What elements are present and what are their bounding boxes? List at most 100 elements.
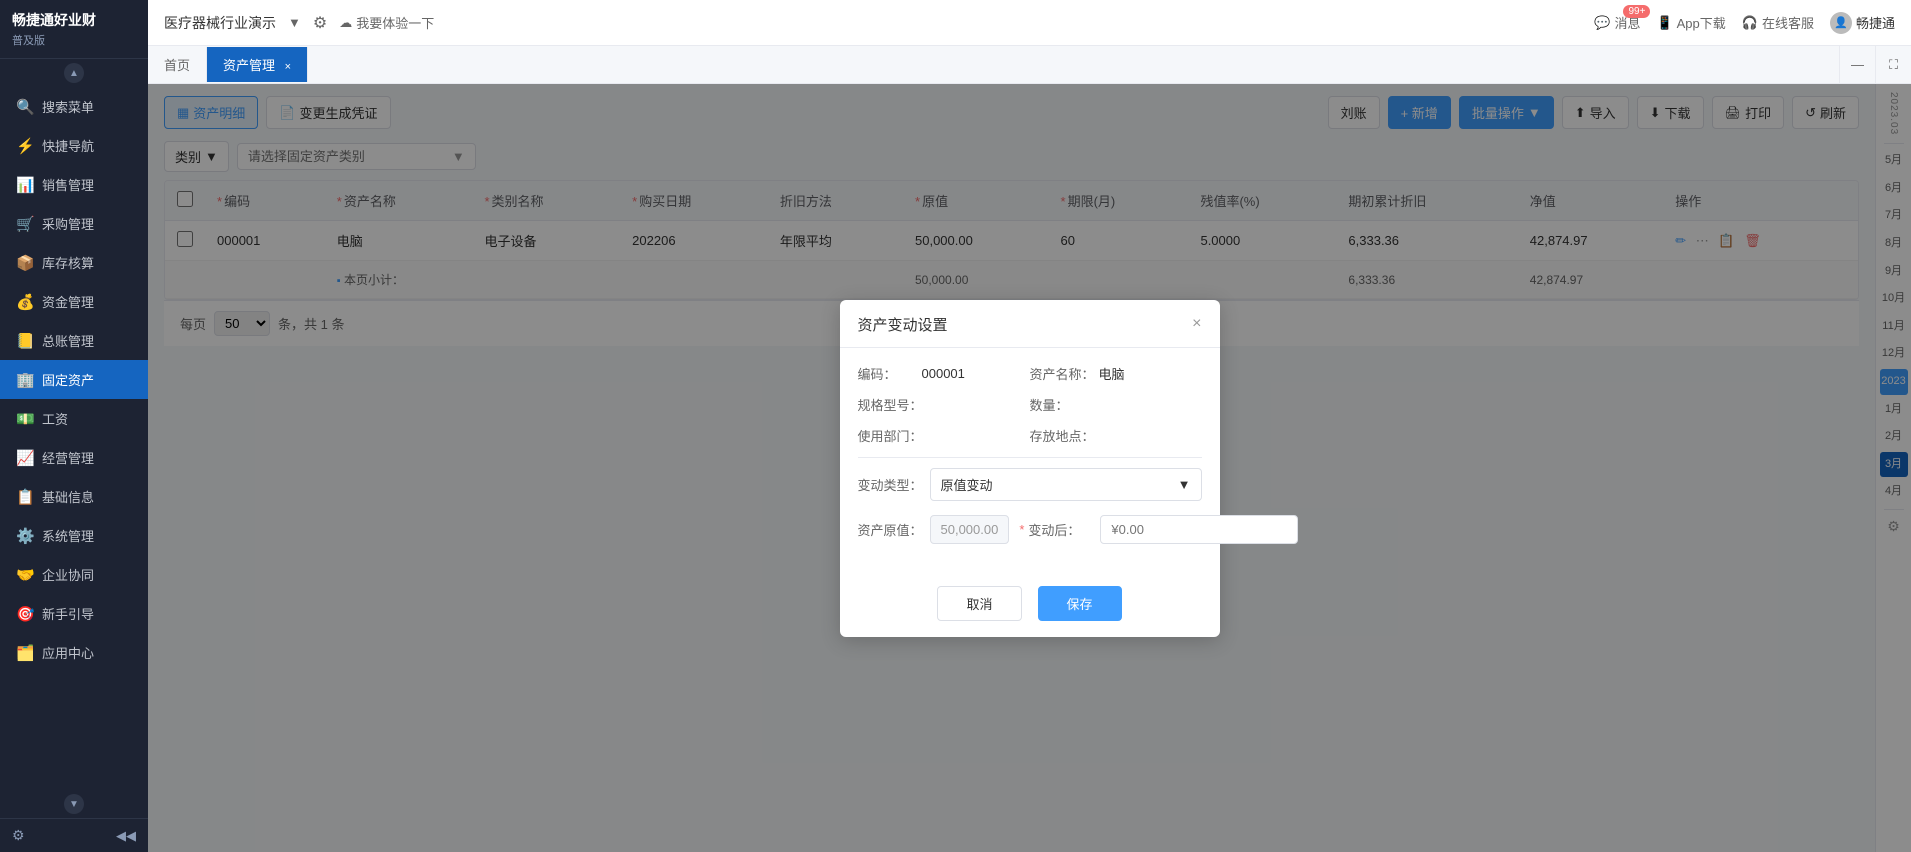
system-icon: ⚙️ [16, 527, 34, 545]
sidebar-item-label: 应用中心 [42, 643, 94, 662]
topbar-gear-icon[interactable]: ⚙ [313, 13, 327, 33]
sidebar-scroll-up[interactable]: ▲ [64, 63, 84, 83]
sidebar-item-payroll[interactable]: 💵 工资 [0, 399, 148, 438]
modal-storage-label: 存放地点： [1030, 426, 1095, 445]
sidebar-item-system[interactable]: ⚙️系统管理 [0, 516, 148, 555]
purchase-icon: 🛒 [16, 215, 34, 233]
modal-name-value: 电脑 [1099, 364, 1125, 383]
sales-icon: 📊 [16, 176, 34, 194]
sidebar-nav: 🔍 搜索菜单 ⚡快捷导航 📊 销售管理 🛒 采购管理 📦 库存核算 💰 资金管理 📒总账管理🏢固定资产… [0, 87, 148, 790]
modal-name-group: 资产名称： 电脑 [1030, 364, 1202, 383]
sidebar: 畅捷通好业财 普及版 ▲ 🔍 搜索菜单 ⚡快捷导航 📊 销售管理 🛒 采购管理 📦 库存核算 💰 资… [0, 0, 148, 852]
modal-code-group: 编码： 000001 [858, 364, 1030, 383]
sidebar-collapse-btn[interactable]: ◀◀ [116, 828, 136, 844]
tab-assets[interactable]: 资产管理 × [207, 47, 308, 82]
operations-icon: 📈 [16, 449, 34, 467]
phone-icon: 📱 [1656, 15, 1672, 31]
modal-dept-group: 使用部门： [858, 426, 1030, 445]
cooperation-icon: 🤝 [16, 566, 34, 584]
modal-body: 编码： 000001 资产名称： 电脑 规格型号： [840, 348, 1220, 574]
modal-model-group: 规格型号： [858, 395, 1030, 414]
sidebar-item-label: 新手引导 [42, 604, 94, 623]
tabbar: 首页 资产管理 × — ⛶ [148, 46, 1911, 84]
sidebar-item-label: 快捷导航 [42, 136, 94, 155]
customer-service-btn[interactable]: 🎧 在线客服 [1742, 13, 1814, 32]
modal-model-label: 规格型号： [858, 395, 923, 414]
sidebar-item-appstore[interactable]: 🗂️ 应用中心 [0, 633, 148, 672]
headset-icon: 🎧 [1742, 15, 1758, 31]
sidebar-item-label: 销售管理 [42, 175, 94, 194]
sidebar-item-label: 搜索菜单 [42, 97, 94, 116]
sidebar-item-label: 基础信息 [42, 487, 94, 506]
sidebar-item-sales[interactable]: 📊 销售管理 [0, 165, 148, 204]
modal-values-row: 资产原值： 50,000.00 * 变动后： [858, 515, 1202, 544]
cloud-icon: ☁ [339, 15, 352, 31]
modal-storage-group: 存放地点： [1030, 426, 1202, 445]
payroll-icon: 💵 [16, 410, 34, 428]
modal-title: 资产变动设置 [858, 314, 948, 335]
sidebar-item-purchase[interactable]: 🛒 采购管理 [0, 204, 148, 243]
sidebar-item-assets[interactable]: 🏢固定资产 [0, 360, 148, 399]
sidebar-bottom: ⚙ ◀◀ [0, 818, 148, 852]
change-type-dropdown-icon: ▼ [1178, 477, 1191, 492]
sidebar-item-label: 资金管理 [42, 292, 94, 311]
user-btn[interactable]: 👤 畅捷通 [1830, 12, 1895, 34]
sidebar-item-ledger[interactable]: 📒总账管理 [0, 321, 148, 360]
company-dropdown-icon[interactable]: ▼ [288, 15, 301, 30]
save-button[interactable]: 保存 [1038, 586, 1122, 621]
cancel-button[interactable]: 取消 [937, 586, 1021, 621]
customer-service-label: 在线客服 [1762, 13, 1814, 32]
inventory-icon: 📦 [16, 254, 34, 272]
finance-icon: 💰 [16, 293, 34, 311]
sidebar-item-operations[interactable]: 📈经营管理 [0, 438, 148, 477]
modal-info-row1: 编码： 000001 资产名称： 电脑 [858, 364, 1202, 383]
guide-icon: 🎯 [16, 605, 34, 623]
sidebar-item-finance[interactable]: 💰 资金管理 [0, 282, 148, 321]
sidebar-item-label: 库存核算 [42, 253, 94, 272]
modal-info-row2: 规格型号： 数量： [858, 395, 1202, 414]
topbar-right: 💬 消息 99+ 📱 App下载 🎧 在线客服 👤 畅捷通 [1594, 12, 1895, 34]
sidebar-item-label: 工资 [42, 409, 68, 428]
tab-close-icon[interactable]: × [285, 61, 291, 73]
tab-maximize-btn[interactable]: ⛶ [1875, 46, 1911, 84]
modal-qty-label: 数量： [1030, 395, 1090, 414]
user-label: 畅捷通 [1856, 13, 1895, 32]
modal-original-label: 资产原值： [858, 520, 930, 539]
tab-controls: — ⛶ [1839, 46, 1911, 84]
experience-btn[interactable]: ☁ 我要体验一下 [339, 13, 434, 32]
tab-assets-label: 资产管理 [223, 58, 275, 73]
modal-change-type-select[interactable]: 原值变动 ▼ [930, 468, 1202, 501]
sidebar-item-search[interactable]: 🔍 搜索菜单 [0, 87, 148, 126]
modal-change-type-row: 变动类型： 原值变动 ▼ [858, 468, 1202, 501]
sidebar-logo: 畅捷通好业财 普及版 [0, 0, 148, 59]
modal-info-row3: 使用部门： 存放地点： [858, 426, 1202, 445]
modal-qty-group: 数量： [1030, 395, 1202, 414]
sidebar-item-basic[interactable]: 📋 基础信息 [0, 477, 148, 516]
app-download-label: App下载 [1677, 13, 1726, 32]
content-area: ▦ 资产明细 📄 变更生成凭证 刘账 + 新增 批量操作 ▼ [148, 84, 1911, 852]
sidebar-item-guide[interactable]: 🎯 新手引导 [0, 594, 148, 633]
modal-code-label: 编码： [858, 364, 918, 383]
sidebar-item-quicknav[interactable]: ⚡快捷导航 [0, 126, 148, 165]
app-download-btn[interactable]: 📱 App下载 [1656, 13, 1725, 32]
appstore-icon: 🗂️ [16, 644, 34, 662]
tab-minimize-btn[interactable]: — [1839, 46, 1875, 84]
avatar: 👤 [1830, 12, 1852, 34]
company-name: 医疗器械行业演示 [164, 13, 276, 33]
required-marker: * [1019, 522, 1024, 537]
modal-after-input[interactable] [1100, 515, 1298, 544]
search-icon: 🔍 [16, 98, 34, 116]
modal-header: 资产变动设置 × [840, 300, 1220, 348]
modal-close-btn[interactable]: × [1192, 315, 1201, 333]
sidebar-scroll-down[interactable]: ▼ [64, 794, 84, 814]
tab-home[interactable]: 首页 [148, 47, 207, 82]
basic-icon: 📋 [16, 488, 34, 506]
message-btn[interactable]: 💬 消息 99+ [1594, 13, 1640, 32]
sidebar-item-cooperation[interactable]: 🤝企业协同 [0, 555, 148, 594]
sidebar-item-label: 采购管理 [42, 214, 94, 233]
modal-divider [858, 457, 1202, 458]
sidebar-item-inventory[interactable]: 📦 库存核算 [0, 243, 148, 282]
settings-icon[interactable]: ⚙ [12, 827, 25, 844]
topbar: 医疗器械行业演示 ▼ ⚙ ☁ 我要体验一下 💬 消息 99+ 📱 App下载 🎧… [148, 0, 1911, 46]
modal-footer: 取消 保存 [840, 574, 1220, 637]
